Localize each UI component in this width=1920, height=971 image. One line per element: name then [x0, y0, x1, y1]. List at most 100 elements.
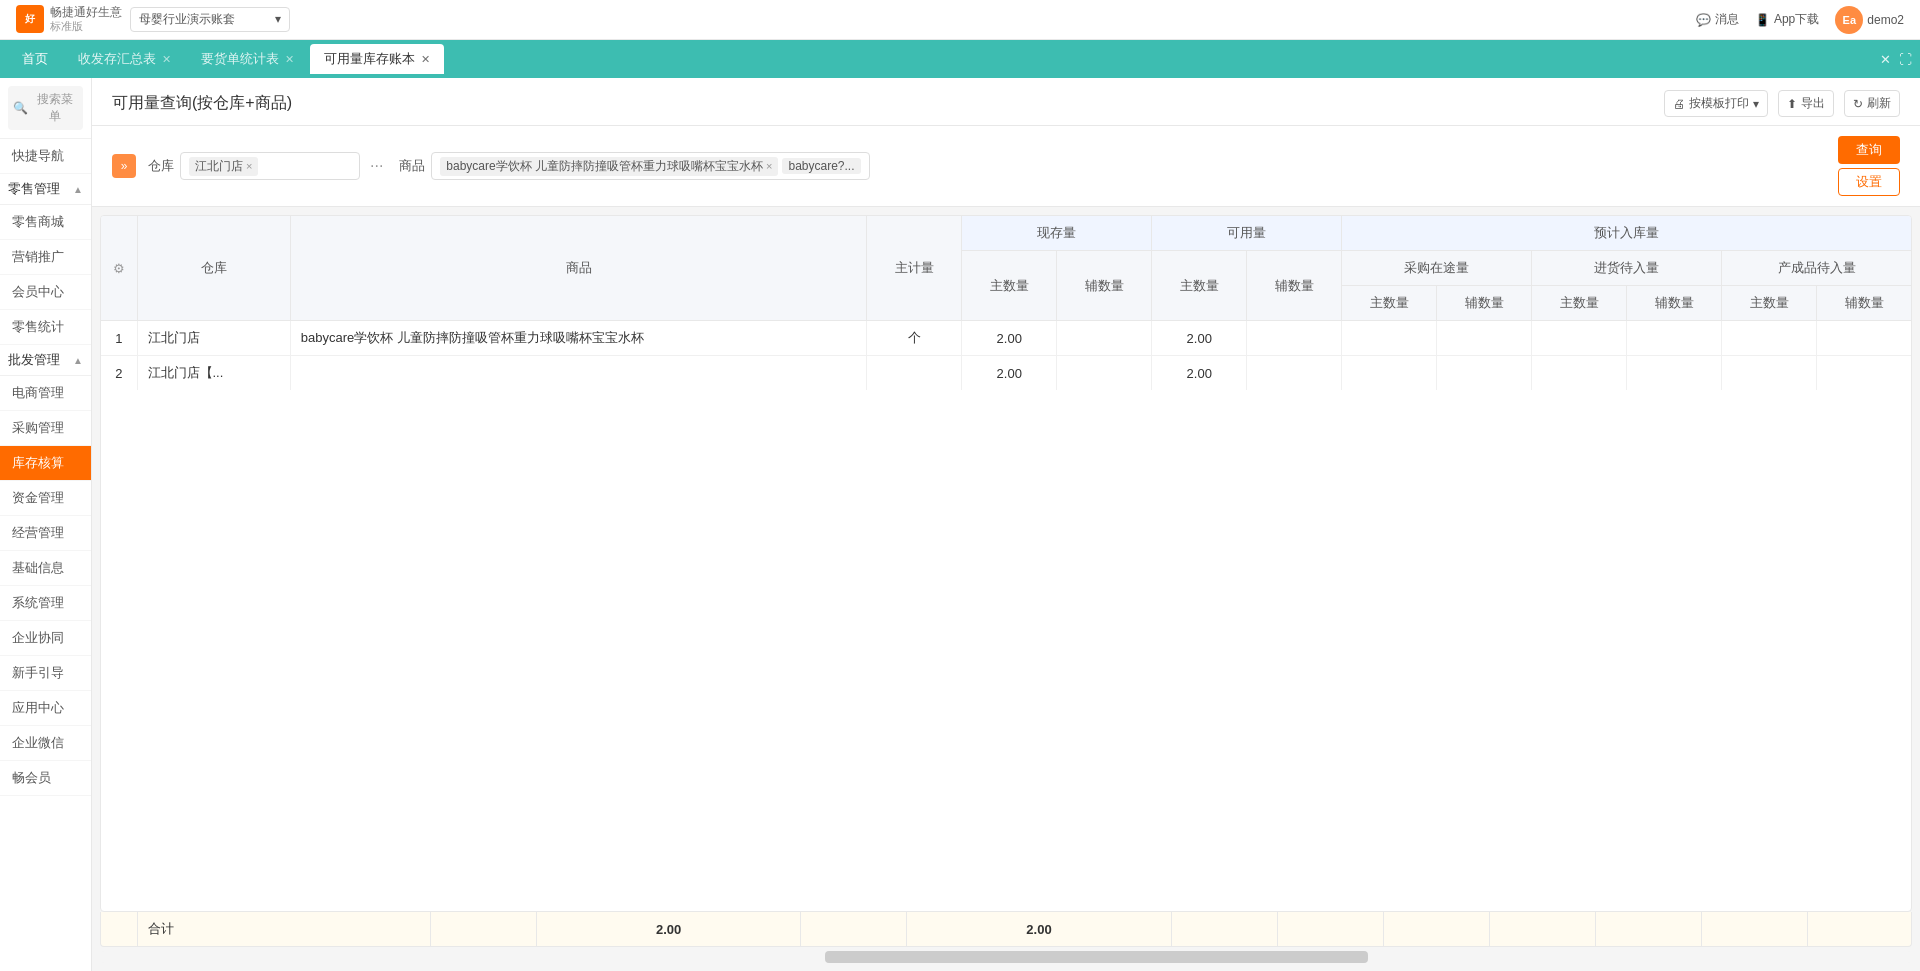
sidebar-item-xinshouyindao[interactable]: 新手引导: [0, 656, 91, 691]
sidebar-item-yingxiao[interactable]: 营销推广: [0, 240, 91, 275]
sidebar-item-zijin[interactable]: 资金管理: [0, 481, 91, 516]
nav-expand-icon[interactable]: ⛶: [1899, 52, 1912, 67]
sidebar-item-changhyuan[interactable]: 畅会员: [0, 761, 91, 796]
sidebar-section-lingshou[interactable]: 零售管理 ▲: [0, 174, 91, 205]
sidebar-item-lingshoutongji[interactable]: 零售统计: [0, 310, 91, 345]
expand-filter-btn[interactable]: »: [112, 154, 136, 178]
tab-keyongliang[interactable]: 可用量库存账本 ✕: [310, 44, 444, 74]
page-title: 可用量查询(按仓库+商品): [112, 93, 292, 114]
message-btn[interactable]: 💬 消息: [1696, 11, 1739, 28]
app-icon: 📱: [1755, 13, 1770, 27]
th-product-aux: 辅数量: [1817, 286, 1911, 321]
td-product-main: [1722, 356, 1817, 391]
sidebar-item-kucun[interactable]: 库存核算: [0, 446, 91, 481]
sidebar-item-dianshang[interactable]: 电商管理: [0, 376, 91, 411]
tab-yaohuo[interactable]: 要货单统计表 ✕: [187, 44, 308, 74]
print-label: 按模板打印: [1689, 95, 1749, 112]
td-incoming-aux: [1627, 356, 1722, 391]
logo-sub: 标准版: [50, 19, 122, 34]
page-actions: 🖨 按模板打印 ▾ ⬆ 导出 ↻ 刷新: [1664, 90, 1900, 117]
tab-yaohuo-label: 要货单统计表: [201, 50, 279, 68]
td-warehouse: 江北门店【...: [137, 356, 290, 391]
td-product-aux: [1817, 321, 1911, 356]
top-bar-left: 好 畅捷通好生意 标准版 母婴行业演示账套 ▾: [16, 5, 290, 34]
product-tag-1: babycare?...: [782, 158, 860, 174]
tab-home-label: 首页: [22, 50, 48, 68]
footer-available-aux: [1171, 912, 1277, 946]
warehouse-filter-ellipsis[interactable]: ···: [366, 157, 387, 175]
export-label: 导出: [1801, 95, 1825, 112]
scroll-bar-area[interactable]: [100, 951, 1912, 963]
product-filter-tags[interactable]: babycare学饮杯 儿童防摔防撞吸管杯重力球吸嘴杯宝宝水杯 × babyca…: [431, 152, 869, 180]
th-main-unit: 主计量: [867, 216, 962, 321]
print-btn[interactable]: 🖨 按模板打印 ▾: [1664, 90, 1768, 117]
product-filter-label: 商品: [399, 157, 425, 175]
footer-row: 合计 2.00 2.00: [101, 912, 1911, 946]
content-area: 可用量查询(按仓库+商品) 🖨 按模板打印 ▾ ⬆ 导出 ↻ 刷新 »: [92, 78, 1920, 971]
sidebar-section-lingshou-label: 零售管理: [8, 180, 60, 198]
filter-bar: » 仓库 江北门店 × ··· 商品 babycare学饮杯 儿童防摔防撞吸管杯…: [92, 126, 1920, 207]
warehouse-tag-close[interactable]: ×: [246, 160, 252, 172]
search-icon: 🔍: [13, 101, 28, 115]
th-settings: ⚙: [101, 216, 137, 321]
product-tag-close-0[interactable]: ×: [766, 160, 772, 172]
user-area[interactable]: Ea demo2: [1835, 6, 1904, 34]
table-settings-icon[interactable]: ⚙: [113, 261, 125, 276]
nav-close-icon[interactable]: ✕: [1880, 52, 1891, 67]
sidebar-lingshou-arrow: ▲: [73, 184, 83, 195]
sidebar-pifa-arrow: ▲: [73, 355, 83, 366]
footer-stock-main: 2.00: [537, 912, 801, 946]
sidebar-item-lingshoushangcheng[interactable]: 零售商城: [0, 205, 91, 240]
th-stock-group: 现存量: [962, 216, 1152, 251]
td-available-aux: [1247, 356, 1342, 391]
logo-icon: 好: [16, 5, 44, 33]
td-purchase-main: [1342, 321, 1437, 356]
tab-yaohuo-close[interactable]: ✕: [285, 53, 294, 66]
sidebar-section-pifa[interactable]: 批发管理 ▲: [0, 345, 91, 376]
logo-text-area: 畅捷通好生意 标准版: [50, 5, 122, 34]
warehouse-filter-label: 仓库: [148, 157, 174, 175]
th-warehouse: 仓库: [137, 216, 290, 321]
sidebar-item-xitong[interactable]: 系统管理: [0, 586, 91, 621]
tab-shoufacun-close[interactable]: ✕: [162, 53, 171, 66]
sidebar-item-qiyexietong[interactable]: 企业协同: [0, 621, 91, 656]
app-download-btn[interactable]: 📱 App下载: [1755, 11, 1819, 28]
export-btn[interactable]: ⬆ 导出: [1778, 90, 1834, 117]
data-table: ⚙ 仓库 商品 主计量 现存量 可用量 预计入库量 主数量 辅数量 主数量 辅数…: [101, 216, 1911, 390]
print-chevron: ▾: [1753, 97, 1759, 111]
sidebar-search-area: 🔍 搜索菜单: [0, 78, 91, 139]
td-product: [290, 356, 866, 391]
sidebar-item-jingying[interactable]: 经营管理: [0, 516, 91, 551]
sidebar-item-quicknav[interactable]: 快捷导航: [0, 139, 91, 174]
td-index: 1: [101, 321, 137, 356]
sidebar-item-qiyeweixin[interactable]: 企业微信: [0, 726, 91, 761]
tab-keyongliang-close[interactable]: ✕: [421, 53, 430, 66]
page-header: 可用量查询(按仓库+商品) 🖨 按模板打印 ▾ ⬆ 导出 ↻ 刷新: [92, 78, 1920, 126]
td-available-main: 2.00: [1152, 321, 1247, 356]
tab-shoufacun[interactable]: 收发存汇总表 ✕: [64, 44, 185, 74]
sidebar-section-pifa-label: 批发管理: [8, 351, 60, 369]
td-warehouse: 江北门店: [137, 321, 290, 356]
warehouse-filter-group: 仓库 江北门店 × ···: [148, 152, 387, 180]
query-btn[interactable]: 查询: [1838, 136, 1900, 164]
settings-btn[interactable]: 设置: [1838, 168, 1900, 196]
th-incoming-group: 预计入库量: [1342, 216, 1911, 251]
sidebar-item-huiyuan[interactable]: 会员中心: [0, 275, 91, 310]
td-incoming-aux: [1627, 321, 1722, 356]
message-label: 消息: [1715, 11, 1739, 28]
product-tag-text-1: babycare?...: [788, 159, 854, 173]
tab-home[interactable]: 首页: [8, 44, 62, 74]
org-selector[interactable]: 母婴行业演示账套 ▾: [130, 7, 290, 32]
td-available-aux: [1247, 321, 1342, 356]
th-purchase-group: 采购在途量: [1342, 251, 1532, 286]
sidebar-item-yingyongzhongxin[interactable]: 应用中心: [0, 691, 91, 726]
td-stock-aux: [1057, 321, 1152, 356]
refresh-btn[interactable]: ↻ 刷新: [1844, 90, 1900, 117]
warehouse-filter-tags[interactable]: 江北门店 ×: [180, 152, 360, 180]
tab-shoufacun-label: 收发存汇总表: [78, 50, 156, 68]
td-purchase-aux: [1437, 356, 1532, 391]
scroll-bar-thumb: [825, 951, 1369, 963]
sidebar-item-jichu[interactable]: 基础信息: [0, 551, 91, 586]
sidebar-search-btn[interactable]: 🔍 搜索菜单: [8, 86, 83, 130]
sidebar-item-caigou[interactable]: 采购管理: [0, 411, 91, 446]
